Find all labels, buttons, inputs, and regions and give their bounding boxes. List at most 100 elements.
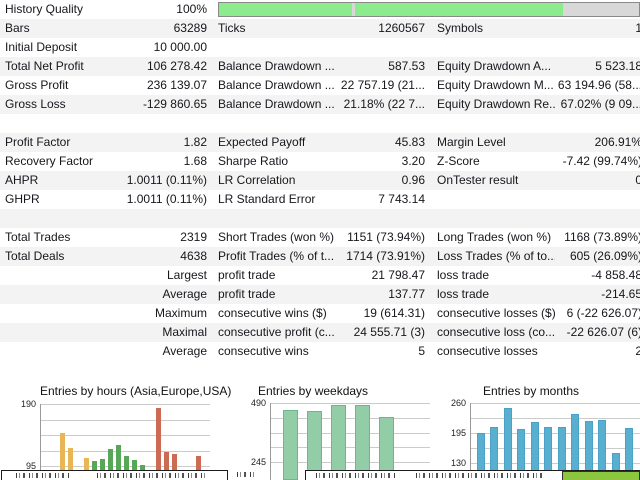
metric-value-col1: 100% [176, 2, 207, 16]
metric-label-col2: consecutive wins [218, 344, 309, 358]
metric-value-col3: 63 194.96 (58... [557, 78, 640, 92]
metric-value-col3 [520, 38, 640, 57]
metric-value-col2: 5 [418, 344, 425, 358]
metric-value-col2: 587.53 [388, 59, 425, 73]
metric-value-col2: 21 798.47 [371, 268, 425, 282]
table-row: Total Trades 2319 Short Trades (won %) 1… [0, 228, 640, 247]
history-quality-progress-bar [218, 2, 640, 17]
metric-value-col1 [90, 114, 207, 133]
metric-label-col2: consecutive wins ($) [218, 306, 327, 320]
metric-value-col3 [520, 209, 640, 228]
history-quality-segment-data [355, 3, 564, 16]
metric-value-col3: 0 [635, 173, 640, 187]
bar [283, 410, 298, 480]
y-axis-line [40, 404, 41, 480]
metric-value-col2: 7 743.14 [378, 192, 425, 206]
metric-label-col2: Balance Drawdown ... [218, 59, 335, 73]
metric-value-col1: 1.0011 (0.11%) [126, 173, 207, 187]
metric-label-col2 [218, 38, 336, 57]
table-row: Maximum consecutive wins ($) 19 (614.31)… [0, 304, 640, 323]
metric-label-col2 [218, 114, 336, 133]
metric-value-col2: 1260567 [378, 21, 425, 35]
report-table: History Quality 100% Bars 63289 Ticks 12… [0, 0, 640, 361]
metric-value-col1: -129 860.65 [142, 97, 207, 111]
gridline [270, 403, 430, 404]
table-row: Average consecutive wins 5 consecutive l… [0, 342, 640, 361]
table-row: Maximal consecutive profit (c... 24 555.… [0, 323, 640, 342]
axis-tick-label: 260 [450, 398, 466, 408]
table-row [0, 209, 640, 228]
metric-value-col3: 2 [635, 344, 640, 358]
metric-value-col1: 1.68 [183, 154, 207, 168]
metric-value-col2 [336, 209, 425, 228]
metric-value-col2: 22 757.19 (21... [340, 78, 425, 92]
metric-label-col2: Balance Drawdown ... [218, 97, 335, 111]
table-row: Profit Factor 1.82 Expected Payoff 45.83… [0, 133, 640, 152]
axis-tick-label: 130 [450, 458, 466, 468]
gridline [470, 418, 640, 419]
metric-value-col1 [90, 209, 207, 228]
table-row: Total Deals 4638 Profit Trades (% of t..… [0, 247, 640, 266]
metric-label-col2: Expected Payoff [218, 135, 306, 149]
metric-value-col1: Maximal [162, 325, 207, 339]
cutoff-green-element [562, 471, 640, 480]
metric-value-col2 [336, 114, 425, 133]
table-row: Initial Deposit 10 000.00 [0, 38, 640, 57]
chart-title-hours: Entries by hours (Asia,Europe,USA) [40, 384, 232, 398]
y-axis-line [470, 403, 471, 480]
table-row: Gross Profit 236 139.07 Balance Drawdown… [0, 76, 640, 95]
table-row [0, 114, 640, 133]
metric-label-col2: profit trade [218, 287, 276, 301]
cutoff-window-left[interactable] [1, 470, 228, 480]
table-row: Total Net Profit 106 278.42 Balance Draw… [0, 57, 640, 76]
metric-value-col1: Average [162, 344, 207, 358]
metric-value-col1: Maximum [154, 306, 207, 320]
gridline [40, 419, 210, 421]
metric-value-col1: 10 000.00 [153, 40, 207, 54]
metric-value-col1: 1.82 [183, 135, 207, 149]
metric-value-col3: 1168 (73.89%) [564, 230, 640, 244]
metric-value-col1: 63289 [173, 21, 207, 35]
metric-value-col1: Largest [166, 268, 207, 282]
metric-value-col1: 1.0011 (0.11%) [126, 192, 207, 206]
axis-tick-label: 195 [450, 428, 466, 438]
table-row: Gross Loss -129 860.65 Balance Drawdown … [0, 95, 640, 114]
metric-label-col2: Sharpe Ratio [218, 154, 289, 168]
metric-value-col1: 236 139.07 [146, 78, 207, 92]
bar [331, 404, 346, 480]
table-row: Recovery Factor 1.68 Sharpe Ratio 3.20 Z… [0, 152, 640, 171]
strategy-tester-report: History Quality 100% Bars 63289 Ticks 12… [0, 0, 640, 480]
history-quality-segment-data [219, 3, 353, 16]
metric-value-col2: 1714 (73.91%) [346, 249, 425, 263]
metric-value-col3: 206.91% [594, 135, 640, 149]
metric-label-col2: Balance Drawdown ... [218, 78, 335, 92]
metric-label-col2: Short Trades (won %) [218, 230, 335, 244]
table-row: Average profit trade 137.77 loss trade -… [0, 285, 640, 304]
metric-label-col2: Ticks [218, 21, 246, 35]
metric-value-col3 [520, 190, 640, 209]
metric-label-col2: LR Standard Error [218, 192, 316, 206]
chart-title-weekdays: Entries by weekdays [258, 384, 369, 398]
metric-value-col3: 5 523.18 [595, 59, 640, 73]
metric-label-col2: consecutive profit (c... [218, 325, 335, 339]
y-axis-line [270, 403, 271, 480]
metric-label-col2: Profit Trades (% of t... [218, 249, 335, 263]
metric-value-col3: 67.02% (9 09... [560, 97, 640, 111]
metric-value-col3: -7.42 (99.74%) [562, 154, 640, 168]
metric-value-col2: 24 555.71 (3) [353, 325, 425, 339]
table-row: AHPR 1.0011 (0.11%) LR Correlation 0.96 … [0, 171, 640, 190]
metric-value-col2: 21.18% (22 7... [343, 97, 425, 111]
metric-value-col2: 1151 (73.94%) [347, 230, 425, 244]
metric-value-col1: Average [162, 287, 207, 301]
chart-title-months: Entries by months [483, 384, 580, 398]
metric-value-col2: 137.77 [388, 287, 425, 301]
history-quality-segment-empty [563, 3, 639, 16]
metric-value-col3: -22 626.07 (6) [566, 325, 640, 339]
axis-tick-label: 190 [20, 399, 36, 409]
metric-label-col2: LR Correlation [218, 173, 296, 187]
metric-value-col1: 106 278.42 [146, 59, 207, 73]
gridline [40, 404, 210, 405]
table-row: Largest profit trade 21 798.47 loss trad… [0, 266, 640, 285]
gridline [40, 435, 210, 436]
metric-value-col3 [520, 114, 640, 133]
